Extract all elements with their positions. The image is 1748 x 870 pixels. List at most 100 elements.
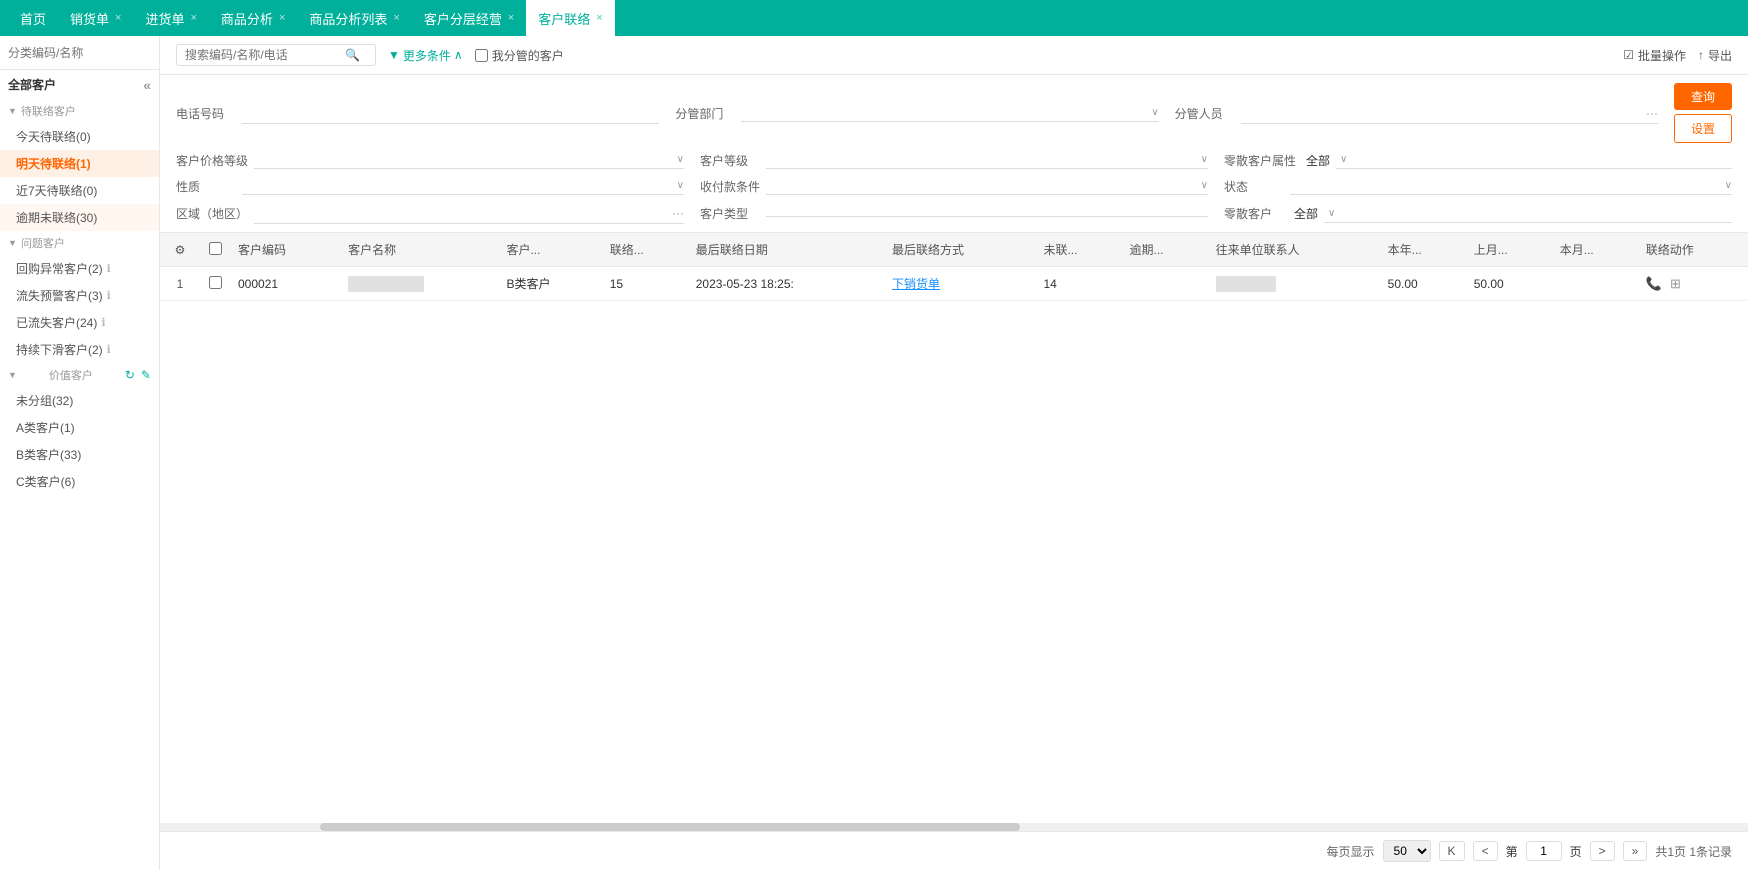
- main-search-input[interactable]: [185, 48, 345, 62]
- page-number-input[interactable]: [1526, 841, 1562, 861]
- filter-branch-person: 分管人员 ···: [1175, 103, 1658, 124]
- customer-code-sort[interactable]: 客户编码: [238, 241, 286, 258]
- col-last-contact-date: 最后联络日期: [688, 233, 884, 267]
- nav-home[interactable]: 首页: [8, 0, 58, 36]
- row-customer-name: ████████: [340, 267, 498, 301]
- export-button[interactable]: ↑ 导出: [1698, 47, 1732, 64]
- settings-icon[interactable]: ⚙: [175, 243, 186, 257]
- nav-product-analysis[interactable]: 商品分析 ×: [209, 0, 297, 36]
- nav-product-analysis-list[interactable]: 商品分析列表 ×: [297, 0, 411, 36]
- nature-select[interactable]: ∨: [242, 177, 684, 195]
- info-icon: ℹ: [107, 262, 111, 275]
- sidebar-item-abnormal-repurchase[interactable]: 回购异常客户(2) ℹ: [0, 255, 159, 282]
- close-icon[interactable]: ×: [393, 12, 399, 24]
- nav-purchase-order[interactable]: 进货单 ×: [133, 0, 208, 36]
- dots-icon[interactable]: ···: [672, 206, 684, 220]
- filter-payment-terms: 收付款条件 ∨: [700, 177, 1208, 195]
- branch-person-select[interactable]: ···: [1241, 103, 1658, 124]
- col-customer-code: 客户编码: [230, 233, 340, 267]
- per-page-select[interactable]: 50: [1383, 840, 1431, 862]
- collapse-icon[interactable]: «: [143, 77, 151, 93]
- close-icon[interactable]: ×: [596, 12, 602, 24]
- select-all-checkbox[interactable]: [209, 242, 222, 255]
- customer-level-label: 客户等级: [700, 152, 760, 169]
- edit-icon[interactable]: ✎: [141, 368, 151, 382]
- contact-person-sort[interactable]: 往来单位联系人: [1216, 241, 1300, 258]
- close-icon[interactable]: ×: [115, 12, 121, 24]
- last-contact-date-sort[interactable]: 最后联络日期: [696, 241, 768, 258]
- phone-input[interactable]: [242, 103, 659, 124]
- branch-dept-select[interactable]: ∨: [741, 104, 1158, 122]
- dots-icon[interactable]: ···: [1646, 106, 1658, 120]
- status-select[interactable]: ∨: [1290, 177, 1732, 195]
- refresh-icon[interactable]: ↻: [125, 368, 135, 382]
- all-customers-header: 全部客户 «: [0, 70, 159, 99]
- price-level-select[interactable]: ∨: [254, 151, 684, 169]
- action-phone-icon[interactable]: 📞: [1646, 276, 1662, 292]
- last-month-sort[interactable]: 上月...: [1474, 241, 1508, 258]
- sidebar-item-class-a[interactable]: A类客户(1): [0, 414, 159, 441]
- table-header-row: ⚙ 客户编码 客户名称 客户...: [160, 233, 1748, 267]
- this-month-sort[interactable]: 本月...: [1560, 241, 1594, 258]
- this-year-sort[interactable]: 本年...: [1388, 241, 1422, 258]
- customer-table: ⚙ 客户编码 客户名称 客户...: [160, 233, 1748, 301]
- retail-customer-select[interactable]: ∨: [1324, 205, 1732, 223]
- customer-name-sort[interactable]: 客户名称: [348, 241, 396, 258]
- filter-icon: ▼: [388, 48, 400, 62]
- settings-button[interactable]: 设置: [1674, 114, 1732, 143]
- region-select[interactable]: ···: [254, 203, 684, 224]
- my-customers-checkbox-label[interactable]: 我分管的客户: [475, 47, 564, 64]
- main-search-icon[interactable]: 🔍: [345, 48, 360, 62]
- nav-sales-order[interactable]: 销货单 ×: [58, 0, 133, 36]
- last-contact-method-sort[interactable]: 最后联络方式: [892, 241, 964, 258]
- sidebar-item-tomorrow-pending[interactable]: 明天待联络(1): [0, 150, 159, 177]
- filter-phone: 电话号码: [176, 103, 659, 124]
- chevron-down-icon: ∨: [1201, 154, 1208, 165]
- first-page-button[interactable]: K: [1439, 841, 1465, 861]
- query-button[interactable]: 查询: [1674, 83, 1732, 110]
- more-conditions-toggle[interactable]: ▼ 更多条件 ∧: [388, 47, 463, 64]
- batch-operation-button[interactable]: ☑ 批量操作: [1623, 47, 1686, 64]
- sidebar-item-7days-pending[interactable]: 近7天待联络(0): [0, 177, 159, 204]
- last-contact-method-link[interactable]: 下销货单: [892, 277, 940, 291]
- sidebar-item-churned[interactable]: 已流失客户(24) ℹ: [0, 309, 159, 336]
- sidebar-item-churn-warning[interactable]: 流失预警客户(3) ℹ: [0, 282, 159, 309]
- pagination-bar: 每页显示 50 K < 第 页 > » 共1页 1条记录: [160, 831, 1748, 870]
- main-layout: 🔍 全部客户 « 待联络客户 今天待联络(0) 明天待联络(1) 近7天待联络(…: [0, 36, 1748, 870]
- close-icon[interactable]: ×: [279, 12, 285, 24]
- col-contact-action: 联络动作: [1638, 233, 1748, 267]
- filter-branch-dept: 分管部门 ∨: [675, 104, 1158, 122]
- scroll-thumb[interactable]: [320, 823, 1020, 831]
- overdue-sort[interactable]: 逾期...: [1130, 241, 1164, 258]
- prev-page-button[interactable]: <: [1473, 841, 1498, 861]
- filter-row-4: 区域（地区） ··· 客户类型 零散客户 全部 ∨: [176, 203, 1732, 224]
- contact-count-sort[interactable]: 联络...: [610, 241, 644, 258]
- uncontacted-days-sort[interactable]: 未联...: [1043, 241, 1077, 258]
- retail-attr-select[interactable]: ∨: [1336, 151, 1732, 169]
- sidebar-item-declining[interactable]: 持续下滑客户(2) ℹ: [0, 336, 159, 363]
- last-page-button[interactable]: »: [1623, 841, 1648, 861]
- per-page-label: 每页显示: [1327, 843, 1375, 860]
- next-page-button[interactable]: >: [1590, 841, 1615, 861]
- problem-customers-section: 问题客户: [0, 231, 159, 255]
- sidebar-item-ungrouped[interactable]: 未分组(32): [0, 387, 159, 414]
- sidebar-item-class-c[interactable]: C类客户(6): [0, 468, 159, 495]
- horizontal-scrollbar[interactable]: [160, 823, 1748, 831]
- action-grid-icon[interactable]: ⊞: [1670, 276, 1681, 292]
- sidebar-item-class-b[interactable]: B类客户(33): [0, 441, 159, 468]
- branch-dept-label: 分管部门: [675, 105, 735, 122]
- customer-level-select[interactable]: ∨: [766, 151, 1208, 169]
- retail-customer-label: 零散客户: [1224, 205, 1284, 222]
- my-customers-checkbox[interactable]: [475, 49, 488, 62]
- close-icon[interactable]: ×: [508, 12, 514, 24]
- customer-type-sort[interactable]: 客户...: [506, 241, 540, 258]
- sidebar-item-today-pending[interactable]: 今天待联络(0): [0, 123, 159, 150]
- row-checkbox[interactable]: [209, 276, 222, 289]
- customer-type-select[interactable]: [766, 210, 1208, 217]
- close-icon[interactable]: ×: [190, 12, 196, 24]
- sidebar-item-overdue[interactable]: 逾期未联络(30): [0, 204, 159, 231]
- payment-terms-select[interactable]: ∨: [766, 177, 1208, 195]
- sidebar-search-input[interactable]: [8, 46, 160, 60]
- nav-customer-segmentation[interactable]: 客户分层经营 ×: [412, 0, 526, 36]
- nav-customer-contact[interactable]: 客户联络 ×: [526, 0, 614, 36]
